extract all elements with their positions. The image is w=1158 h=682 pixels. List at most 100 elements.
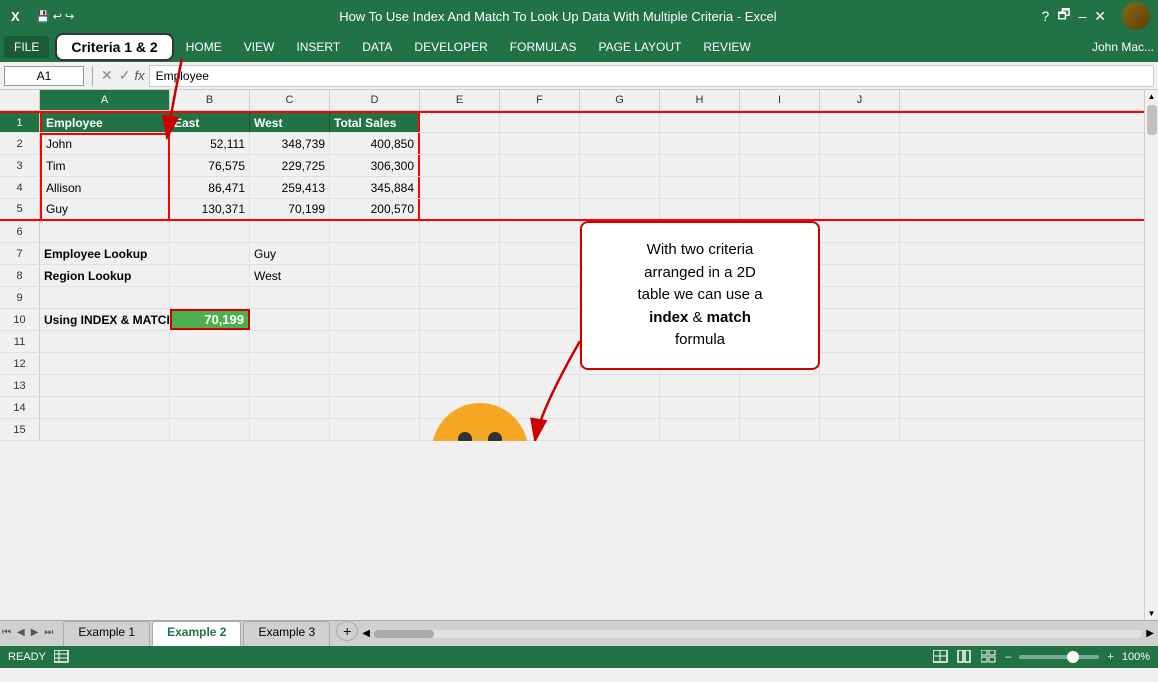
cell-C11[interactable]: [250, 331, 330, 352]
cancel-formula-icon[interactable]: ✕: [101, 67, 113, 84]
close-icon[interactable]: ✕: [1094, 8, 1106, 25]
cell-B1[interactable]: East: [170, 113, 250, 132]
hscroll-thumb[interactable]: [374, 630, 434, 638]
cell-E7[interactable]: [420, 243, 500, 264]
add-sheet-button[interactable]: +: [336, 621, 358, 641]
row-num-4[interactable]: 4: [0, 177, 40, 198]
cell-H5[interactable]: [660, 199, 740, 219]
cell-B8[interactable]: [170, 265, 250, 286]
zoom-minus[interactable]: –: [1005, 651, 1011, 663]
zoom-slider[interactable]: [1019, 655, 1099, 659]
cell-D15[interactable]: [330, 419, 420, 440]
cell-E10[interactable]: [420, 309, 500, 330]
cell-B10-result[interactable]: 70,199: [170, 309, 250, 330]
col-header-B[interactable]: B: [170, 90, 250, 110]
row-num-6[interactable]: 6: [0, 221, 40, 242]
cell-E12[interactable]: [420, 353, 500, 374]
cell-E1[interactable]: [420, 113, 500, 132]
col-header-D[interactable]: D: [330, 90, 420, 110]
cell-G15[interactable]: [580, 419, 660, 440]
confirm-formula-icon[interactable]: ✓: [119, 67, 131, 84]
row-num-1[interactable]: 1: [0, 113, 40, 132]
sheet-tab-example3[interactable]: Example 3: [243, 621, 330, 646]
cell-I10[interactable]: [740, 309, 820, 330]
cell-E13[interactable]: [420, 375, 500, 396]
cell-E6[interactable]: [420, 221, 500, 242]
cell-E5[interactable]: [420, 199, 500, 219]
cell-D5[interactable]: 200,570: [330, 199, 420, 219]
cell-J6[interactable]: [820, 221, 900, 242]
cell-F12[interactable]: [500, 353, 580, 374]
cell-B5[interactable]: 130,371: [170, 199, 250, 219]
normal-view-icon[interactable]: [933, 650, 949, 664]
cell-F5[interactable]: [500, 199, 580, 219]
cell-I12[interactable]: [740, 353, 820, 374]
zoom-slider-thumb[interactable]: [1067, 651, 1079, 663]
hscroll-right[interactable]: ▶: [1146, 628, 1154, 639]
cell-C10[interactable]: [250, 309, 330, 330]
cell-E11[interactable]: [420, 331, 500, 352]
cell-J11[interactable]: [820, 331, 900, 352]
cell-G11[interactable]: [580, 331, 660, 352]
cell-I2[interactable]: [740, 133, 820, 154]
tab-review[interactable]: REVIEW: [693, 36, 760, 58]
tab-data[interactable]: DATA: [352, 36, 402, 58]
cell-E4[interactable]: [420, 177, 500, 198]
cell-C5[interactable]: 70,199: [250, 199, 330, 219]
cell-I8[interactable]: [740, 265, 820, 286]
cell-H6[interactable]: [660, 221, 740, 242]
cell-C3[interactable]: 229,725: [250, 155, 330, 176]
cell-H13[interactable]: [660, 375, 740, 396]
minimize-icon[interactable]: –: [1078, 8, 1086, 24]
cell-J13[interactable]: [820, 375, 900, 396]
cell-I1[interactable]: [740, 113, 820, 132]
row-num-3[interactable]: 3: [0, 155, 40, 176]
cell-E14[interactable]: [420, 397, 500, 418]
cell-F15[interactable]: [500, 419, 580, 440]
cell-G7[interactable]: [580, 243, 660, 264]
cell-F9[interactable]: [500, 287, 580, 308]
cell-D4[interactable]: 345,884: [330, 177, 420, 198]
cell-H1[interactable]: [660, 113, 740, 132]
cell-H9[interactable]: [660, 287, 740, 308]
help-icon[interactable]: ?: [1042, 8, 1050, 24]
tab-view[interactable]: VIEW: [234, 36, 285, 58]
cell-A7[interactable]: Employee Lookup: [40, 243, 170, 264]
cell-I15[interactable]: [740, 419, 820, 440]
vertical-scrollbar[interactable]: ▲ ▼: [1144, 90, 1158, 620]
cell-A9[interactable]: [40, 287, 170, 308]
cell-E8[interactable]: [420, 265, 500, 286]
cell-A6[interactable]: [40, 221, 170, 242]
row-num-10[interactable]: 10: [0, 309, 40, 330]
row-num-12[interactable]: 12: [0, 353, 40, 374]
hscroll-left[interactable]: ◀: [362, 628, 370, 639]
cell-D2[interactable]: 400,850: [330, 133, 420, 154]
name-box[interactable]: [4, 66, 84, 86]
cell-H10[interactable]: [660, 309, 740, 330]
cell-D10[interactable]: [330, 309, 420, 330]
scroll-thumb[interactable]: [1147, 105, 1157, 135]
cell-I9[interactable]: [740, 287, 820, 308]
cell-F1[interactable]: [500, 113, 580, 132]
cell-B11[interactable]: [170, 331, 250, 352]
cell-G3[interactable]: [580, 155, 660, 176]
cell-C6[interactable]: [250, 221, 330, 242]
cell-F13[interactable]: [500, 375, 580, 396]
cell-B7[interactable]: [170, 243, 250, 264]
scroll-down-button[interactable]: ▼: [1146, 607, 1158, 620]
cell-D9[interactable]: [330, 287, 420, 308]
page-break-view-icon[interactable]: [981, 650, 997, 664]
cell-I4[interactable]: [740, 177, 820, 198]
cell-J1[interactable]: [820, 113, 900, 132]
cell-J5[interactable]: [820, 199, 900, 219]
cell-B14[interactable]: [170, 397, 250, 418]
cell-F10[interactable]: [500, 309, 580, 330]
cell-C8[interactable]: West: [250, 265, 330, 286]
row-num-14[interactable]: 14: [0, 397, 40, 418]
cell-F11[interactable]: [500, 331, 580, 352]
cell-I13[interactable]: [740, 375, 820, 396]
cell-D12[interactable]: [330, 353, 420, 374]
cell-A15[interactable]: [40, 419, 170, 440]
cell-C15[interactable]: [250, 419, 330, 440]
row-num-15[interactable]: 15: [0, 419, 40, 440]
